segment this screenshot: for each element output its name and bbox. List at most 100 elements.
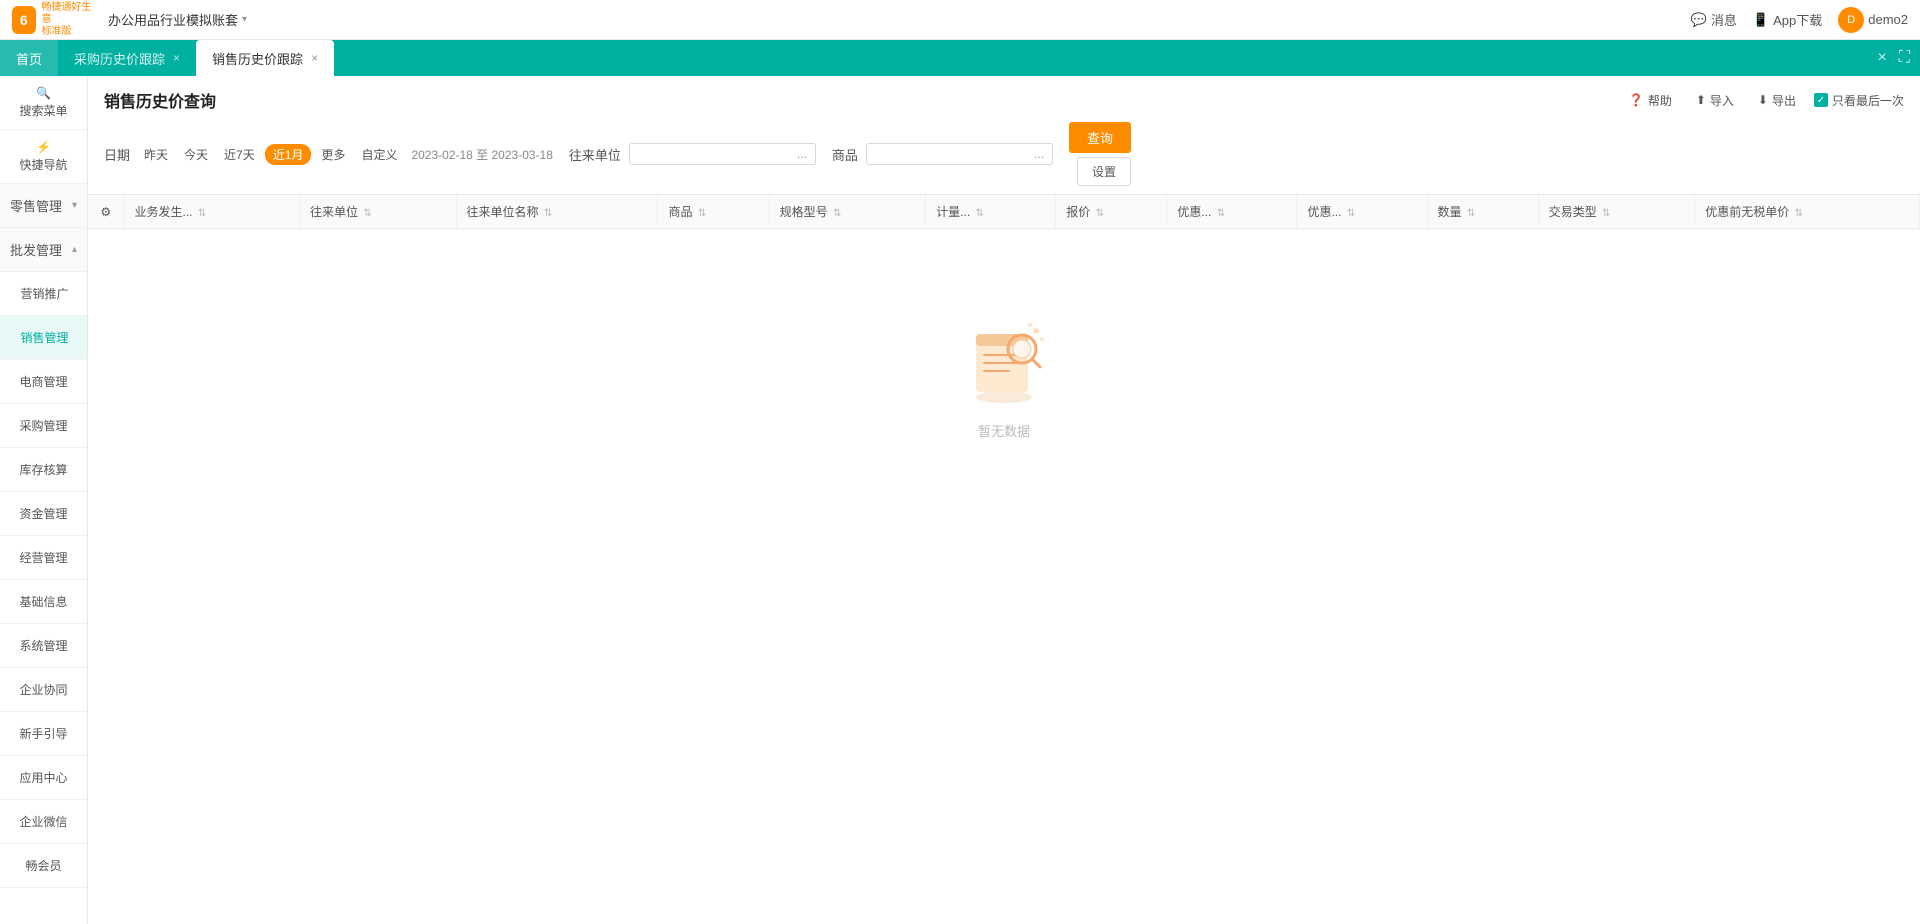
product-select-icon[interactable]: ... <box>1034 147 1044 161</box>
table-col-discount2[interactable]: 优惠... ⇅ <box>1297 195 1427 229</box>
only-last-checkbox-label[interactable]: ✓ 只看最后一次 <box>1814 92 1904 109</box>
date-btn-today[interactable]: 今天 <box>178 144 214 165</box>
tab-bar-end: × ⛶ <box>1875 47 1920 69</box>
sidebar-item-wechat[interactable]: 企业微信 <box>0 800 87 844</box>
table-col-spec[interactable]: 规格型号 ⇅ <box>769 195 926 229</box>
unit-label: 往来单位 <box>569 145 621 164</box>
purchase-tab-close[interactable]: × <box>173 52 180 64</box>
only-last-checkbox[interactable]: ✓ <box>1814 93 1828 107</box>
date-btn-1month[interactable]: 近1月 <box>265 144 312 165</box>
date-label: 日期 <box>104 145 130 164</box>
sidebar-item-operation[interactable]: 经营管理 <box>0 536 87 580</box>
sidebar-item-system[interactable]: 系统管理 <box>0 624 87 668</box>
unit-select-icon[interactable]: ... <box>797 147 807 161</box>
sidebar-item-member[interactable]: 畅会员 <box>0 844 87 888</box>
empty-text: 暂无数据 <box>978 421 1030 440</box>
unit-input-group: ... <box>629 143 816 165</box>
sidebar: 🔍 搜索菜单 ⚡ 快捷导航 零售管理 ▾ 批发管理 ▴ 营销推广 销售管理 电商… <box>0 76 88 924</box>
table-col-qty[interactable]: 数量 ⇅ <box>1427 195 1538 229</box>
maximize-icon[interactable]: ⛶ <box>1897 47 1912 69</box>
date-btn-7days[interactable]: 近7天 <box>218 144 261 165</box>
tab-sales[interactable]: 销售历史价跟踪 × <box>196 40 334 76</box>
logo-text: 畅捷通好生意 标准版 <box>42 2 92 38</box>
table-col-trade-type[interactable]: 交易类型 ⇅ <box>1538 195 1695 229</box>
top-bar: 6 畅捷通好生意 标准版 办公用品行业模拟账套 ▾ 💬 消息 📱 App下载 D… <box>0 0 1920 40</box>
sidebar-item-basic-info[interactable]: 基础信息 <box>0 580 87 624</box>
sidebar-item-guide[interactable]: 新手引导 <box>0 712 87 756</box>
page-actions: ❓ 帮助 ⬆ 导入 ⬇ 导出 ✓ 只看最后一次 <box>1623 89 1904 112</box>
sidebar-item-retail[interactable]: 零售管理 ▾ <box>0 184 87 228</box>
search-icon: 🔍 <box>36 86 51 100</box>
table-col-gear[interactable]: ⚙ <box>88 195 124 229</box>
sidebar-item-app-center[interactable]: 应用中心 <box>0 756 87 800</box>
sidebar-item-search[interactable]: 🔍 搜索菜单 <box>0 76 87 130</box>
export-button[interactable]: ⬇ 导出 <box>1752 89 1802 112</box>
download-action[interactable]: 📱 App下载 <box>1753 10 1822 29</box>
table-col-pretax-price[interactable]: 优惠前无税单价 ⇅ <box>1695 195 1920 229</box>
unit-input[interactable] <box>638 147 793 161</box>
sales-tab-label: 销售历史价跟踪 <box>212 49 303 68</box>
avatar: D <box>1838 7 1864 33</box>
sidebar-item-inventory[interactable]: 库存核算 <box>0 448 87 492</box>
empty-state: 暂无数据 <box>88 229 1920 520</box>
date-btn-custom[interactable]: 自定义 <box>355 144 403 165</box>
product-label: 商品 <box>832 145 858 164</box>
sidebar-item-marketing[interactable]: 营销推广 <box>0 272 87 316</box>
import-button[interactable]: ⬆ 导入 <box>1690 89 1740 112</box>
sidebar-item-finance[interactable]: 资金管理 <box>0 492 87 536</box>
help-button[interactable]: ❓ 帮助 <box>1623 89 1678 112</box>
download-icon: 📱 <box>1753 12 1769 28</box>
user-action[interactable]: D demo2 <box>1838 7 1908 33</box>
unit-filter-group: 往来单位 ... <box>569 143 816 165</box>
data-table: ⚙ 业务发生... ⇅ 往来单位 ⇅ 往来单位名称 ⇅ <box>88 195 1920 229</box>
sort-icon-unit-code: ⇅ <box>363 208 371 219</box>
tab-home[interactable]: 首页 <box>0 40 58 76</box>
sidebar-item-wholesale[interactable]: 批发管理 ▴ <box>0 228 87 272</box>
unit-code-label: 往来单位 <box>310 205 358 219</box>
logo-icon: 6 <box>12 6 36 34</box>
table-col-product[interactable]: 商品 ⇅ <box>658 195 769 229</box>
date-btn-more[interactable]: 更多 <box>315 144 351 165</box>
product-input[interactable] <box>875 147 1030 161</box>
sort-icon-price: ⇅ <box>1096 208 1104 219</box>
import-icon: ⬆ <box>1696 93 1706 107</box>
sort-icon-product: ⇅ <box>698 208 706 219</box>
chevron-up-icon: ▴ <box>72 244 77 255</box>
table-col-discount1[interactable]: 优惠... ⇅ <box>1167 195 1297 229</box>
table-col-price[interactable]: 报价 ⇅ <box>1056 195 1167 229</box>
account-selector[interactable]: 办公用品行业模拟账套 ▾ <box>100 6 255 33</box>
close-window-icon[interactable]: × <box>1875 47 1888 69</box>
purchase-tab-label: 采购历史价跟踪 <box>74 49 165 68</box>
message-action[interactable]: 💬 消息 <box>1691 10 1737 29</box>
unit-name-label: 往来单位名称 <box>467 205 539 219</box>
sidebar-item-collab[interactable]: 企业协同 <box>0 668 87 712</box>
sort-icon-spec: ⇅ <box>833 208 841 219</box>
sort-icon-biz-date: ⇅ <box>198 208 206 219</box>
chevron-down-icon: ▾ <box>242 14 247 25</box>
date-btn-yesterday[interactable]: 昨天 <box>138 144 174 165</box>
discount2-label: 优惠... <box>1307 205 1341 219</box>
sidebar-item-purchase[interactable]: 采购管理 <box>0 404 87 448</box>
top-bar-actions: 💬 消息 📱 App下载 D demo2 <box>1691 7 1908 33</box>
query-button[interactable]: 查询 <box>1069 122 1131 153</box>
query-btn-group: 查询 设置 <box>1069 122 1131 186</box>
filter-row: 日期 昨天 今天 近7天 近1月 更多 自定义 2023-02-18 至 202… <box>104 122 1904 186</box>
logo: 6 畅捷通好生意 标准版 <box>12 2 92 38</box>
sales-tab-close[interactable]: × <box>311 52 318 64</box>
sidebar-item-quicknav[interactable]: ⚡ 快捷导航 <box>0 130 87 184</box>
spec-label: 规格型号 <box>780 205 828 219</box>
tab-purchase[interactable]: 采购历史价跟踪 × <box>58 40 196 76</box>
sidebar-item-sales-mgmt[interactable]: 销售管理 <box>0 316 87 360</box>
table-col-unit-code[interactable]: 往来单位 ⇅ <box>299 195 456 229</box>
sidebar-item-ecommerce[interactable]: 电商管理 <box>0 360 87 404</box>
help-icon: ❓ <box>1629 93 1644 107</box>
settings-button[interactable]: 设置 <box>1077 157 1131 186</box>
main-layout: 🔍 搜索菜单 ⚡ 快捷导航 零售管理 ▾ 批发管理 ▴ 营销推广 销售管理 电商… <box>0 76 1920 924</box>
biz-date-label: 业务发生... <box>135 205 193 219</box>
sort-icon-pretax-price: ⇅ <box>1795 208 1803 219</box>
trade-type-label: 交易类型 <box>1549 205 1597 219</box>
table-col-unit-name[interactable]: 往来单位名称 ⇅ <box>456 195 658 229</box>
table-col-unit-measure[interactable]: 计量... ⇅ <box>926 195 1056 229</box>
table-col-biz-date[interactable]: 业务发生... ⇅ <box>124 195 299 229</box>
export-icon: ⬇ <box>1758 93 1768 107</box>
